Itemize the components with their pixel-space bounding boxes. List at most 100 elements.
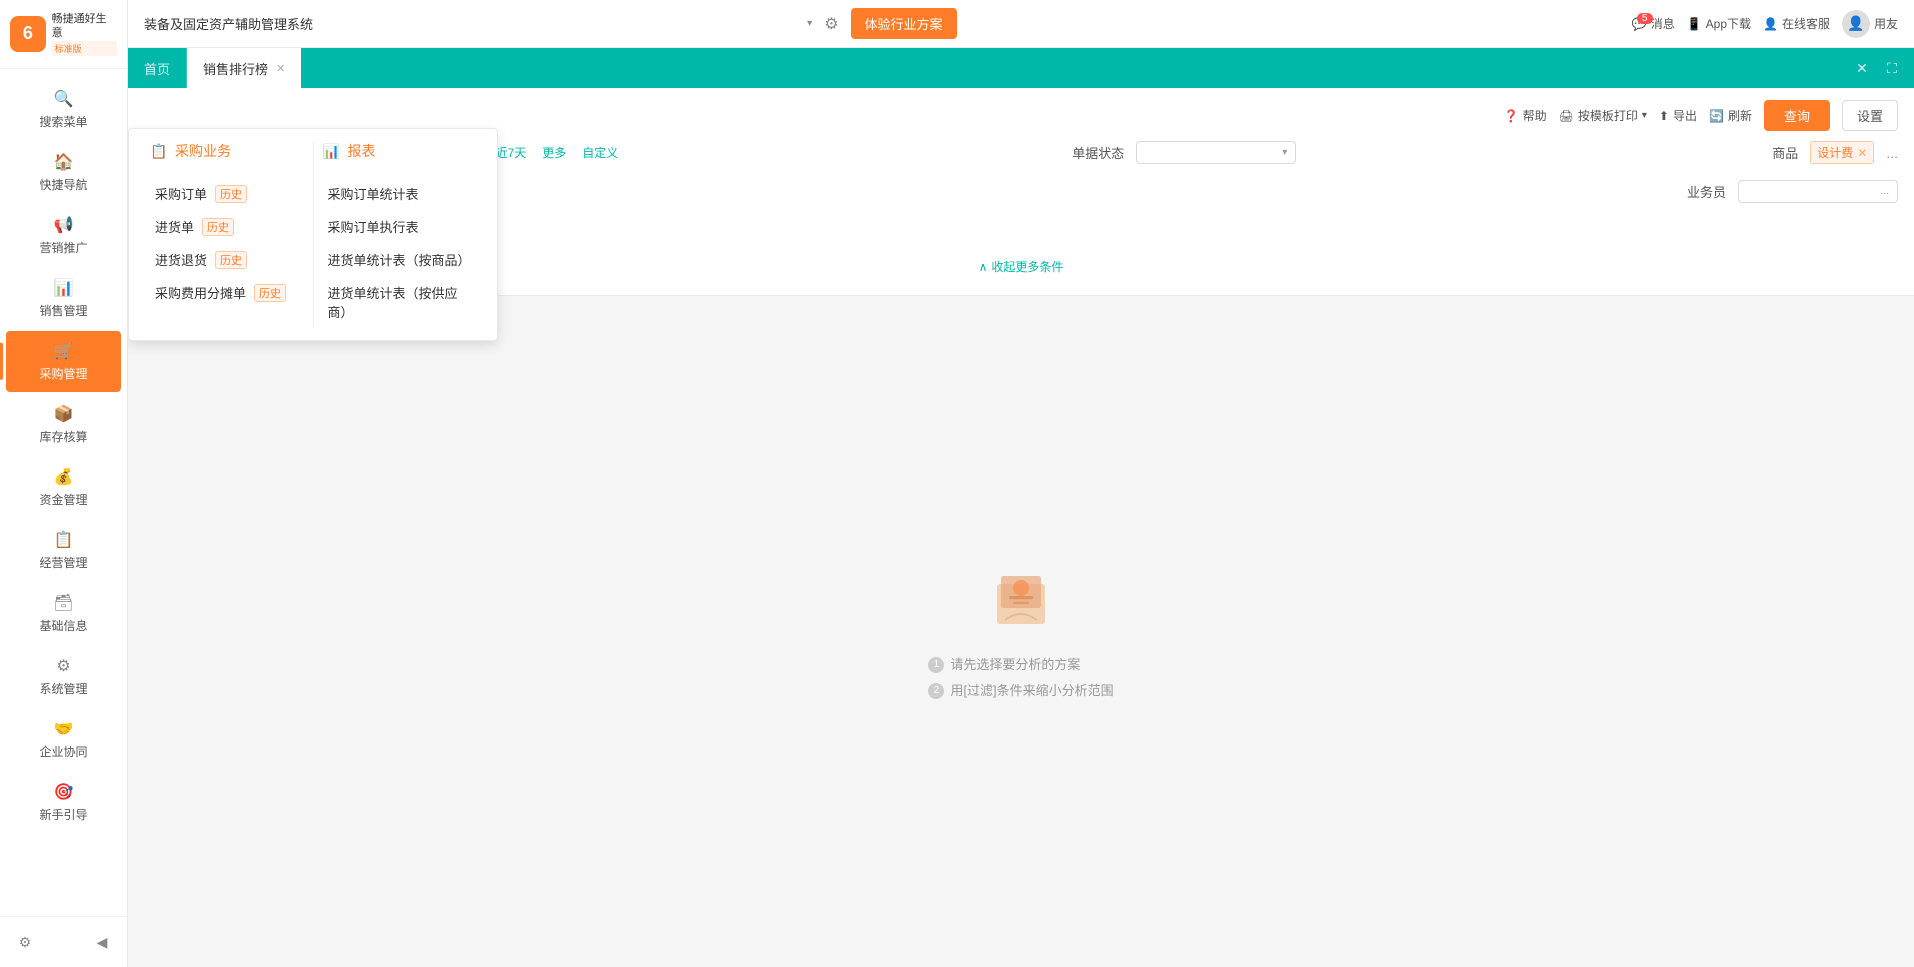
sidebar-nav: 🔍 搜索菜单 🏠 快捷导航 📢 营销推广 📊 销售管理 🛒 采购管理 📦 库存核… <box>0 69 127 916</box>
query-button[interactable]: 查询 <box>1764 100 1830 131</box>
refresh-icon: 🔄 <box>1709 109 1724 123</box>
print-link[interactable]: 🖨 按模板打印 ▾ <box>1559 107 1647 124</box>
tab-home[interactable]: 首页 <box>128 48 187 88</box>
section-reports-title: 📊 报表 <box>322 141 478 167</box>
sidebar-item-search[interactable]: 🔍 搜索菜单 <box>6 79 121 140</box>
collapse-sidebar-btn[interactable]: ◀ <box>87 927 117 957</box>
hint-item-2: 2 用[过滤]条件来缩小分析范围 <box>928 678 1113 704</box>
system-dropdown-arrow[interactable]: ▾ <box>807 18 812 29</box>
hint-num-2: 2 <box>928 683 944 699</box>
export-label: 导出 <box>1673 107 1697 124</box>
menu-item-purchase-order[interactable]: 采购订单 历史 <box>149 177 305 210</box>
purchase-expense-label: 采购费用分摊单 <box>155 283 246 302</box>
logo-title: 畅捷通好生意 <box>52 12 117 41</box>
sidebar-item-quick-nav[interactable]: 🏠 快捷导航 <box>6 142 121 203</box>
empty-hints: 1 请先选择要分析的方案 2 用[过滤]条件来缩小分析范围 <box>928 652 1113 704</box>
salesperson-select[interactable]: ... <box>1738 180 1898 203</box>
sidebar-label-inventory: 库存核算 <box>39 428 87 445</box>
salesperson-arrow: ... <box>1881 186 1889 197</box>
header-gear-icon[interactable]: ⚙ <box>824 14 838 34</box>
menu-item-receiving-stat-goods[interactable]: 进货单统计表（按商品） <box>322 243 478 276</box>
settings-button[interactable]: 设置 <box>1842 100 1898 131</box>
receiving-return-label: 进货退货 <box>155 250 207 269</box>
purchase-section-label: 采购业务 <box>175 141 231 161</box>
menu-item-receiving[interactable]: 进货单 历史 <box>149 210 305 243</box>
sidebar-label-system: 系统管理 <box>39 680 87 697</box>
sidebar-label-sales: 销售管理 <box>39 302 87 319</box>
sidebar-item-inventory[interactable]: 📦 库存核算 <box>6 394 121 455</box>
message-label: 消息 <box>1651 15 1675 32</box>
doc-status-select[interactable]: ▾ <box>1136 141 1296 164</box>
logo-text-wrap: 畅捷通好生意 标准版 <box>52 12 117 56</box>
quick-date-more[interactable]: 更多 <box>538 142 570 163</box>
sidebar-item-system[interactable]: ⚙ 系统管理 <box>6 646 121 707</box>
goods-ellipsis-btn[interactable]: ... <box>1886 145 1898 161</box>
filter-actions-top: ❓ 帮助 🖨 按模板打印 ▾ ⬆ 导出 🔄 刷新 查询 设置 <box>144 100 1898 131</box>
sidebar-label-guide: 新手引导 <box>39 806 87 823</box>
refresh-link[interactable]: 🔄 刷新 <box>1709 107 1752 124</box>
tab-close-icon[interactable]: ✕ <box>276 62 285 75</box>
sidebar-label-operation: 经营管理 <box>39 554 87 571</box>
print-icon: 🖨 <box>1559 109 1574 123</box>
tab-home-label: 首页 <box>144 59 170 78</box>
app-download-label: App下载 <box>1706 15 1751 32</box>
sidebar-item-marketing[interactable]: 📢 营销推广 <box>6 205 121 266</box>
sidebar-item-enterprise[interactable]: 🤝 企业协同 <box>6 709 121 770</box>
order-stat-label: 采购订单统计表 <box>328 184 419 203</box>
top-header: 装备及固定资产辅助管理系统 ▾ ⚙ 体验行业方案 💬 5 消息 📱 App下载 … <box>128 0 1914 48</box>
user-label: 用友 <box>1874 15 1898 32</box>
help-link[interactable]: ❓ 帮助 <box>1504 107 1547 124</box>
sidebar-item-sales[interactable]: 📊 销售管理 <box>6 268 121 329</box>
print-dropdown-arrow[interactable]: ▾ <box>1642 110 1647 121</box>
sidebar-label-quick-nav: 快捷导航 <box>39 176 87 193</box>
hint-text-1: 请先选择要分析的方案 <box>950 652 1080 678</box>
menu-item-order-stat[interactable]: 采购订单统计表 <box>322 177 478 210</box>
sidebar-label-enterprise: 企业协同 <box>39 743 87 760</box>
menu-item-order-exec[interactable]: 采购订单执行表 <box>322 210 478 243</box>
menu-section-purchase-business: 📋 采购业务 采购订单 历史 进货单 历史 进货退货 历史 采购费用分摊单 <box>141 141 313 328</box>
menu-item-receiving-stat-supplier[interactable]: 进货单统计表（按供应商） <box>322 276 478 328</box>
tab-sales-rank[interactable]: 销售排行榜 ✕ <box>187 48 301 88</box>
goods-tag-text: 设计费 <box>1817 144 1853 161</box>
menu-item-purchase-expense[interactable]: 采购费用分摊单 历史 <box>149 276 305 309</box>
close-window-btn[interactable]: ✕ <box>1852 58 1872 78</box>
export-icon: ⬆ <box>1659 109 1669 123</box>
hint-text-2: 用[过滤]条件来缩小分析范围 <box>950 678 1113 704</box>
print-label: 按模板打印 <box>1578 107 1638 124</box>
logo-icon: 6 <box>10 16 46 52</box>
user-btn[interactable]: 👤 用友 <box>1842 10 1898 38</box>
sidebar-label-search: 搜索菜单 <box>39 113 87 130</box>
sidebar-item-basic-info[interactable]: 🗃 基础信息 <box>6 583 121 644</box>
export-link[interactable]: ⬆ 导出 <box>1659 107 1697 124</box>
sidebar-item-guide[interactable]: 🎯 新手引导 <box>6 772 121 833</box>
sidebar-label-marketing: 营销推广 <box>39 239 87 256</box>
doc-status-arrow: ▾ <box>1282 147 1287 158</box>
quick-date-custom[interactable]: 自定义 <box>578 142 622 163</box>
collapse-icon: ∧ <box>979 260 988 274</box>
marketing-icon: 📢 <box>54 215 74 235</box>
goods-tag-close[interactable]: ✕ <box>1857 146 1867 160</box>
sidebar-item-finance[interactable]: 💰 资金管理 <box>6 457 121 518</box>
maximize-window-btn[interactable]: ⛶ <box>1882 58 1902 78</box>
online-service-btn[interactable]: 👤 在线客服 <box>1763 15 1830 32</box>
empty-state: 1 请先选择要分析的方案 2 用[过滤]条件来缩小分析范围 <box>128 296 1914 967</box>
menu-section-reports: 📊 报表 采购订单统计表 采购订单执行表 进货单统计表（按商品） 进货单统计表（… <box>313 141 486 328</box>
sidebar-item-purchase[interactable]: 🛒 采购管理 <box>6 331 121 392</box>
app-download-btn[interactable]: 📱 App下载 <box>1687 15 1751 32</box>
menu-item-receiving-return[interactable]: 进货退货 历史 <box>149 243 305 276</box>
search-icon: 🔍 <box>54 89 74 109</box>
sidebar-label-basic-info: 基础信息 <box>39 617 87 634</box>
goods-tag: 设计费 ✕ <box>1810 141 1874 164</box>
salesperson-label: 业务员 <box>1666 182 1726 201</box>
purchase-section-icon: 📋 <box>149 141 169 161</box>
doc-status-label: 单据状态 <box>1064 143 1124 162</box>
receiving-history-badge: 历史 <box>202 218 234 236</box>
order-exec-label: 采购订单执行表 <box>328 217 419 236</box>
settings-bottom-btn[interactable]: ⚙ <box>10 927 40 957</box>
main-content: 装备及固定资产辅助管理系统 ▾ ⚙ 体验行业方案 💬 5 消息 📱 App下载 … <box>128 0 1914 967</box>
message-btn[interactable]: 💬 5 消息 <box>1632 15 1675 32</box>
tab-bar: 首页 销售排行榜 ✕ ✕ ⛶ <box>128 48 1914 88</box>
service-icon: 👤 <box>1763 17 1778 31</box>
sidebar-item-operation[interactable]: 📋 经营管理 <box>6 520 121 581</box>
industry-button[interactable]: 体验行业方案 <box>851 8 957 39</box>
